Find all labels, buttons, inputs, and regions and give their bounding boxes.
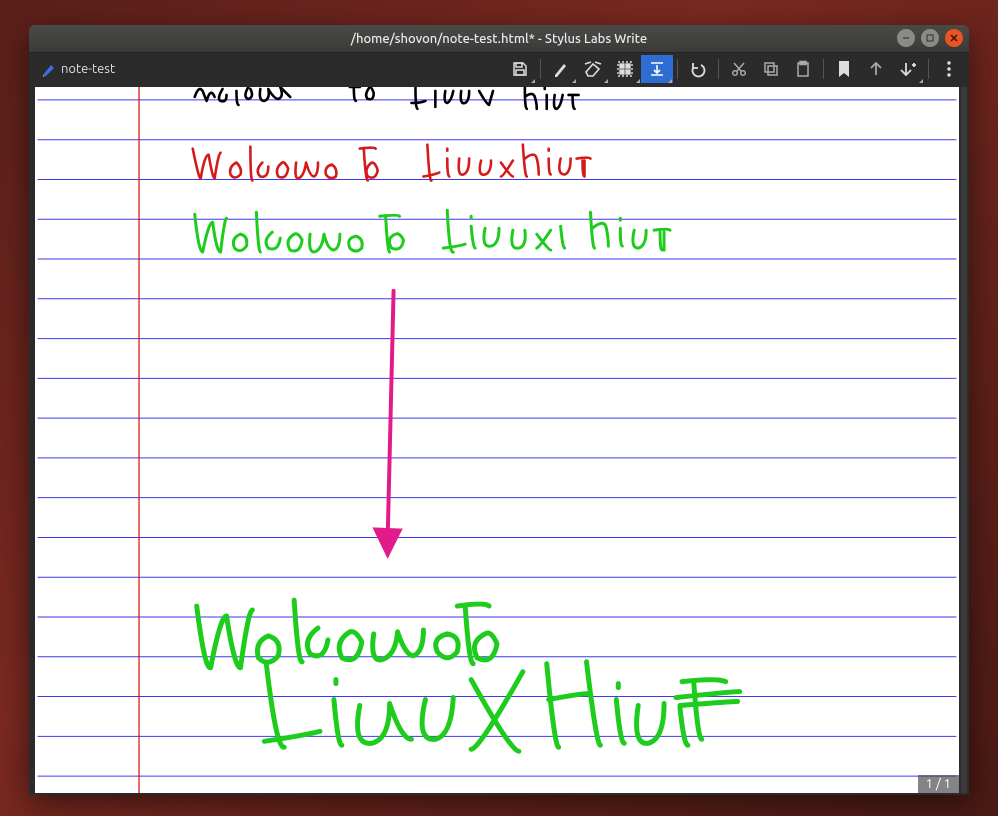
document-icon <box>41 62 55 76</box>
document-name: note-test <box>61 62 115 76</box>
next-page-button[interactable] <box>892 55 924 83</box>
canvas-area: 1 / 1 <box>29 85 969 795</box>
copy-button[interactable] <box>755 55 787 83</box>
arrow-up-icon <box>868 60 884 78</box>
kebab-icon <box>946 60 952 78</box>
pencil-icon <box>552 60 570 78</box>
arrow-down-plus-icon <box>898 60 918 78</box>
pen-tool-button[interactable] <box>545 55 577 83</box>
close-button[interactable] <box>945 29 963 47</box>
paste-button[interactable] <box>787 55 819 83</box>
insert-space-tool-button[interactable] <box>641 55 673 83</box>
paper[interactable] <box>35 87 959 793</box>
vertical-scrollbar[interactable] <box>961 87 967 793</box>
select-tool-button[interactable] <box>609 55 641 83</box>
overflow-menu-button[interactable] <box>933 55 965 83</box>
document-tab[interactable]: note-test <box>33 62 123 76</box>
titlebar: /home/shovon/note-test.html* - Stylus La… <box>29 25 969 53</box>
save-icon <box>511 60 529 78</box>
toolbar: note-test <box>29 53 969 85</box>
save-button[interactable] <box>504 55 536 83</box>
bookmark-icon <box>837 60 851 78</box>
undo-button[interactable] <box>682 55 714 83</box>
copy-icon <box>762 60 780 78</box>
prev-page-button[interactable] <box>860 55 892 83</box>
handwriting-line-3 <box>195 210 670 252</box>
select-rect-icon <box>616 60 634 78</box>
handwriting-line-4 <box>197 600 740 751</box>
page-svg <box>35 87 959 793</box>
handwriting-line-1 <box>195 87 579 109</box>
arrow-annotation <box>376 291 400 555</box>
paste-icon <box>794 60 812 78</box>
insert-space-icon <box>648 60 666 78</box>
undo-icon <box>689 60 707 78</box>
cut-icon <box>730 60 748 78</box>
page-indicator: 1 / 1 <box>918 775 959 793</box>
cut-button[interactable] <box>723 55 755 83</box>
minimize-button[interactable] <box>897 29 915 47</box>
bookmark-button[interactable] <box>828 55 860 83</box>
app-window: /home/shovon/note-test.html* - Stylus La… <box>29 25 969 795</box>
window-title: /home/shovon/note-test.html* - Stylus La… <box>351 32 647 46</box>
eraser-icon <box>583 60 603 78</box>
maximize-button[interactable] <box>921 29 939 47</box>
handwriting-line-2 <box>193 145 591 181</box>
window-controls <box>897 29 963 47</box>
eraser-tool-button[interactable] <box>577 55 609 83</box>
